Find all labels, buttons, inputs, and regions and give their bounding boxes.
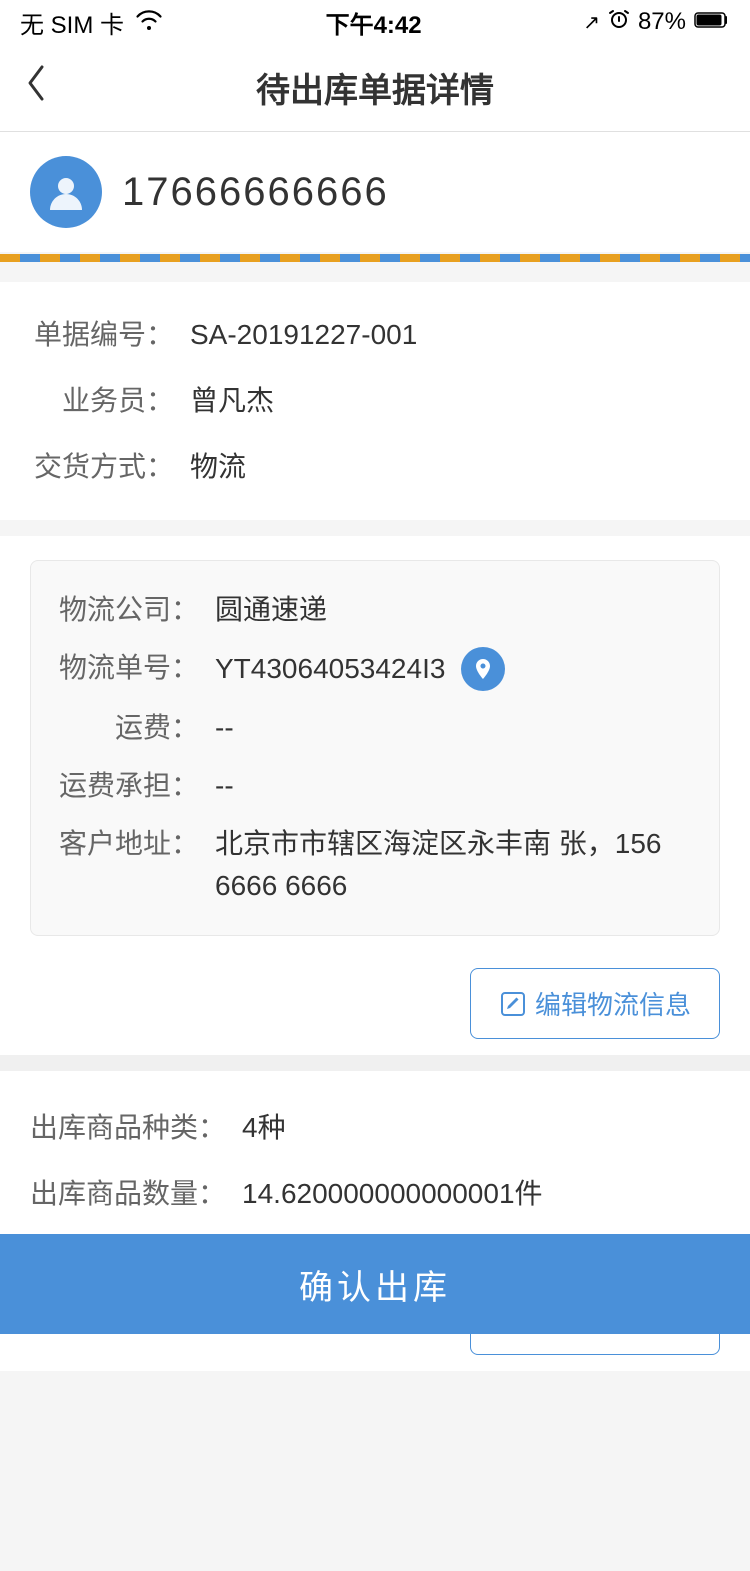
carrier-text: 无 SIM 卡 [20, 5, 124, 40]
contact-phone: 17666666666 [122, 170, 389, 215]
freight-row: 运费： -- [55, 699, 695, 757]
battery-icon [694, 8, 730, 36]
avatar [30, 156, 102, 228]
document-number-row: 单据编号： SA-20191227-001 [30, 302, 720, 368]
status-time: 下午4:42 [326, 5, 422, 40]
confirm-button-bar[interactable]: 确认出库 [0, 1234, 750, 1334]
edit-button-row: 编辑物流信息 [0, 952, 750, 1055]
wifi-icon [134, 8, 164, 36]
edit-logistics-label: 编辑物流信息 [535, 985, 691, 1022]
freight-bearer-label: 运费承担： [55, 765, 215, 807]
salesperson-value: 曾凡杰 [190, 380, 720, 422]
product-quantity-row: 出库商品数量： 14.620000000000001件 [30, 1161, 720, 1227]
back-button[interactable] [24, 63, 48, 112]
freight-bearer-value: -- [215, 765, 695, 807]
product-quantity-label: 出库商品数量： [30, 1173, 242, 1215]
freight-label: 运费： [55, 707, 215, 749]
freight-bearer-row: 运费承担： -- [55, 757, 695, 815]
logistics-company-label: 物流公司： [55, 589, 215, 631]
product-types-value: 4种 [242, 1107, 720, 1149]
document-number-label: 单据编号： [30, 314, 190, 356]
customer-address-value: 北京市市辖区海淀区永丰南 张，156 6666 6666 [215, 823, 695, 907]
product-types-row: 出库商品种类： 4种 [30, 1095, 720, 1161]
tracking-number-label: 物流单号： [55, 647, 215, 689]
bottom-space [0, 1371, 750, 1571]
customer-address-label: 客户地址： [55, 823, 215, 865]
delivery-method-label: 交货方式： [30, 446, 190, 488]
edit-logistics-button[interactable]: 编辑物流信息 [470, 968, 720, 1039]
status-left: 无 SIM 卡 [20, 5, 164, 40]
dashed-divider [0, 254, 750, 262]
confirm-button-label: 确认出库 [299, 1260, 451, 1309]
logistics-company-value: 圆通速递 [215, 589, 695, 631]
delivery-method-row: 交货方式： 物流 [30, 434, 720, 500]
tracking-number-row: 物流单号： YT43064053424I3 [55, 639, 695, 699]
tracking-location-icon[interactable] [461, 647, 505, 691]
page-title: 待出库单据详情 [256, 63, 494, 112]
customer-address-row: 客户地址： 北京市市辖区海淀区永丰南 张，156 6666 6666 [55, 815, 695, 915]
product-quantity-value: 14.620000000000001件 [242, 1173, 720, 1215]
logistics-card: 物流公司： 圆通速递 物流单号： YT43064053424I3 运费： -- … [30, 560, 720, 936]
logistics-company-row: 物流公司： 圆通速递 [55, 581, 695, 639]
delivery-method-value: 物流 [190, 446, 720, 488]
goods-section: 出库商品种类： 4种 出库商品数量： 14.620000000000001件 [0, 1071, 750, 1251]
basic-info-section: 单据编号： SA-20191227-001 业务员： 曾凡杰 交货方式： 物流 [0, 282, 750, 520]
freight-value: -- [215, 707, 695, 749]
alarm-icon [608, 8, 630, 37]
product-types-label: 出库商品种类： [30, 1107, 242, 1149]
document-number-value: SA-20191227-001 [190, 314, 720, 356]
salesperson-label: 业务员： [30, 380, 190, 422]
contact-header: 17666666666 [0, 132, 750, 252]
status-right: ↗ 87% [583, 8, 730, 37]
salesperson-row: 业务员： 曾凡杰 [30, 368, 720, 434]
status-bar: 无 SIM 卡 下午4:42 ↗ 87% [0, 0, 750, 44]
battery-text: 87% [638, 8, 686, 36]
nav-bar: 待出库单据详情 [0, 44, 750, 132]
tracking-number-value: YT43064053424I3 [215, 647, 695, 691]
location-status-icon: ↗ [583, 10, 600, 35]
section-separator [0, 1055, 750, 1071]
